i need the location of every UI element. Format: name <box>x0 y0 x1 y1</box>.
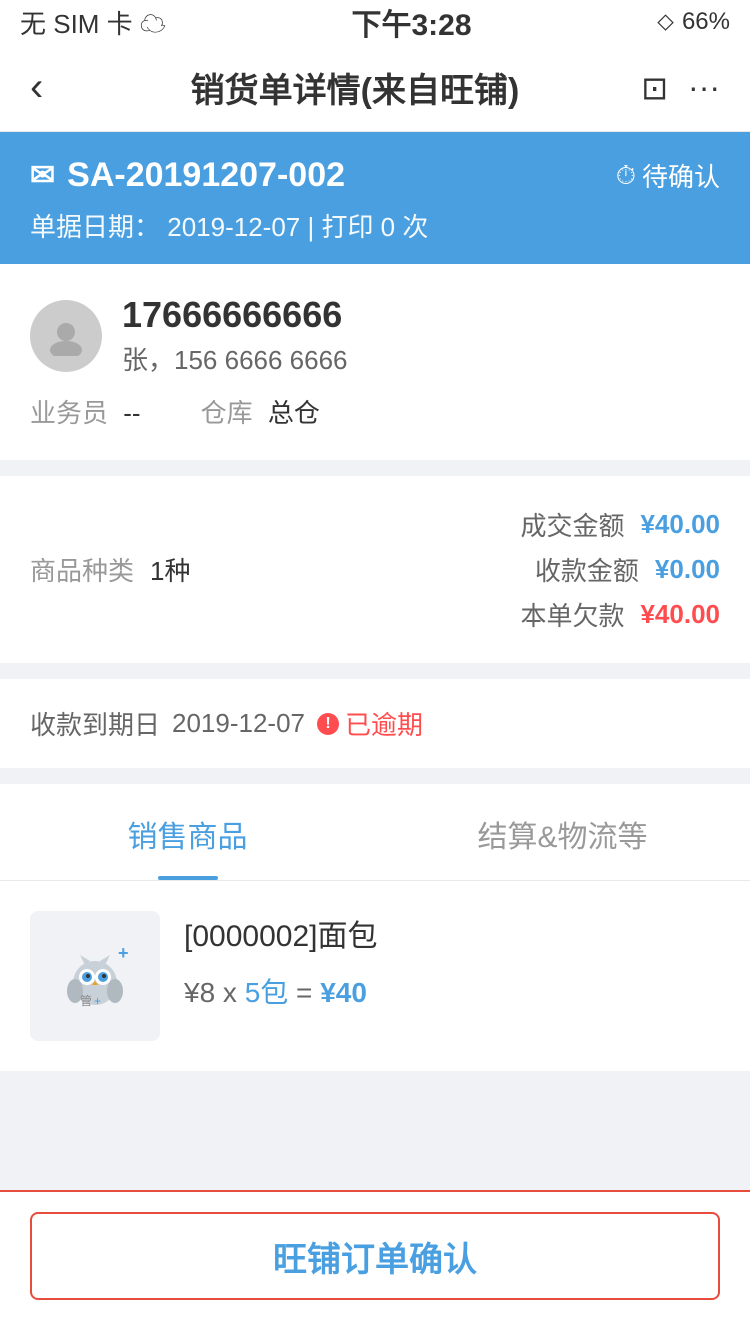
battery-level: 66% <box>682 8 730 36</box>
product-price: ¥8 x 5包 = ¥40 <box>184 971 720 1011</box>
overdue-text: 已逾期 <box>345 705 423 742</box>
warehouse-label: 仓库 <box>201 398 253 428</box>
product-qty: 5包 <box>245 977 289 1008</box>
tabs-row: 销售商品 结算&物流等 <box>0 784 750 881</box>
product-thumbnail: + 管 + <box>30 911 160 1041</box>
product-name: [0000002]面包 <box>184 911 720 955</box>
customer-name: 张，156 6666 6666 <box>122 340 348 377</box>
due-date-value: 2019-12-07 <box>172 708 305 739</box>
deal-amount-label: 成交金额 <box>520 506 624 543</box>
due-date-section: 收款到期日 2019-12-07 ! 已逾期 <box>0 679 750 768</box>
deal-amount-row: 成交金额 ¥40.00 <box>520 506 720 543</box>
debt-value: ¥40.00 <box>640 599 720 630</box>
battery-icon: ⬦ <box>657 8 674 36</box>
customer-phone: 17666666666 <box>122 294 348 336</box>
debt-amount-row: 本单欠款 ¥40.00 <box>520 596 720 633</box>
order-icon: ✉ <box>30 158 55 193</box>
product-type-label: 商品种类 <box>30 551 134 588</box>
order-id-text: SA-20191207-002 <box>67 156 345 195</box>
svg-text:+: + <box>118 943 129 963</box>
svg-text:+: + <box>94 994 101 1008</box>
status-text: 待确认 <box>642 157 720 194</box>
order-id: ✉ SA-20191207-002 <box>30 156 345 195</box>
status-bar-left: 无 SIM 卡 ☁ <box>20 4 166 41</box>
debt-label: 本单欠款 <box>520 596 624 633</box>
product-type: 商品种类 1种 <box>30 506 375 633</box>
received-amount-row: 收款金额 ¥0.00 <box>535 551 720 588</box>
overdue-badge: ! 已逾期 <box>317 705 423 742</box>
overdue-icon: ! <box>317 713 339 735</box>
product-type-value: 1种 <box>150 551 190 588</box>
product-total: ¥40 <box>320 977 367 1008</box>
tab-settlement[interactable]: 结算&物流等 <box>375 784 750 880</box>
equals-sign: = <box>288 977 320 1008</box>
due-date-label: 收款到期日 <box>30 705 160 742</box>
print-count: | 打印 0 次 <box>307 212 428 242</box>
nav-right-actions: ⊡ ··· <box>620 69 720 107</box>
warehouse-value: 总仓 <box>268 398 320 428</box>
bottom-button-area: 旺铺订单确认 <box>0 1190 750 1334</box>
tabs-section: 销售商品 结算&物流等 <box>0 784 750 1071</box>
summary-section: 商品种类 1种 成交金额 ¥40.00 收款金额 ¥0.00 本单欠款 ¥40.… <box>0 476 750 663</box>
tab-products-label: 销售商品 <box>128 821 248 854</box>
received-value: ¥0.00 <box>655 554 720 585</box>
page-title: 销货单详情(来自旺铺) <box>90 63 620 112</box>
sales-value: -- <box>123 398 140 428</box>
svg-text:管: 管 <box>80 993 92 1008</box>
share-icon[interactable]: ⊡ <box>641 69 668 107</box>
more-icon[interactable]: ··· <box>688 69 720 106</box>
order-date: 2019-12-07 <box>167 212 300 242</box>
sim-status: 无 SIM 卡 ☁ <box>20 4 166 41</box>
order-date-row: 单据日期： 2019-12-07 | 打印 0 次 <box>30 207 720 244</box>
back-button[interactable]: ‹ <box>30 65 90 110</box>
tab-settlement-label: 结算&物流等 <box>477 821 647 854</box>
tab-products[interactable]: 销售商品 <box>0 784 375 880</box>
order-status: ⏱ 待确认 <box>616 157 720 194</box>
status-bar: 无 SIM 卡 ☁ 下午3:28 ⬦ 66% <box>0 0 750 44</box>
order-header-banner: ✉ SA-20191207-002 ⏱ 待确认 单据日期： 2019-12-07… <box>0 132 750 264</box>
nav-bar: ‹ 销货单详情(来自旺铺) ⊡ ··· <box>0 44 750 132</box>
status-clock-icon: ⏱ <box>616 160 636 192</box>
customer-meta: 业务员 -- 仓库 总仓 <box>30 393 720 430</box>
deal-amount-value: ¥40.00 <box>640 509 720 540</box>
received-label: 收款金额 <box>535 551 639 588</box>
unit-price: ¥8 x <box>184 977 245 1008</box>
product-item: + 管 + [0000002]面包 ¥8 x 5包 = ¥40 <box>0 881 750 1071</box>
warehouse: 仓库 总仓 <box>201 393 320 430</box>
sales-person: 业务员 -- <box>30 393 141 430</box>
confirm-order-button[interactable]: 旺铺订单确认 <box>30 1212 720 1300</box>
sales-label: 业务员 <box>30 398 108 428</box>
product-details: [0000002]面包 ¥8 x 5包 = ¥40 <box>184 911 720 1041</box>
amount-summary: 成交金额 ¥40.00 收款金额 ¥0.00 本单欠款 ¥40.00 <box>375 506 720 633</box>
status-bar-right: ⬦ 66% <box>657 8 730 36</box>
customer-section: 17666666666 张，156 6666 6666 业务员 -- 仓库 总仓 <box>0 264 750 460</box>
status-bar-time: 下午3:28 <box>352 0 472 44</box>
customer-avatar <box>30 300 102 372</box>
date-label: 单据日期： <box>30 212 160 242</box>
